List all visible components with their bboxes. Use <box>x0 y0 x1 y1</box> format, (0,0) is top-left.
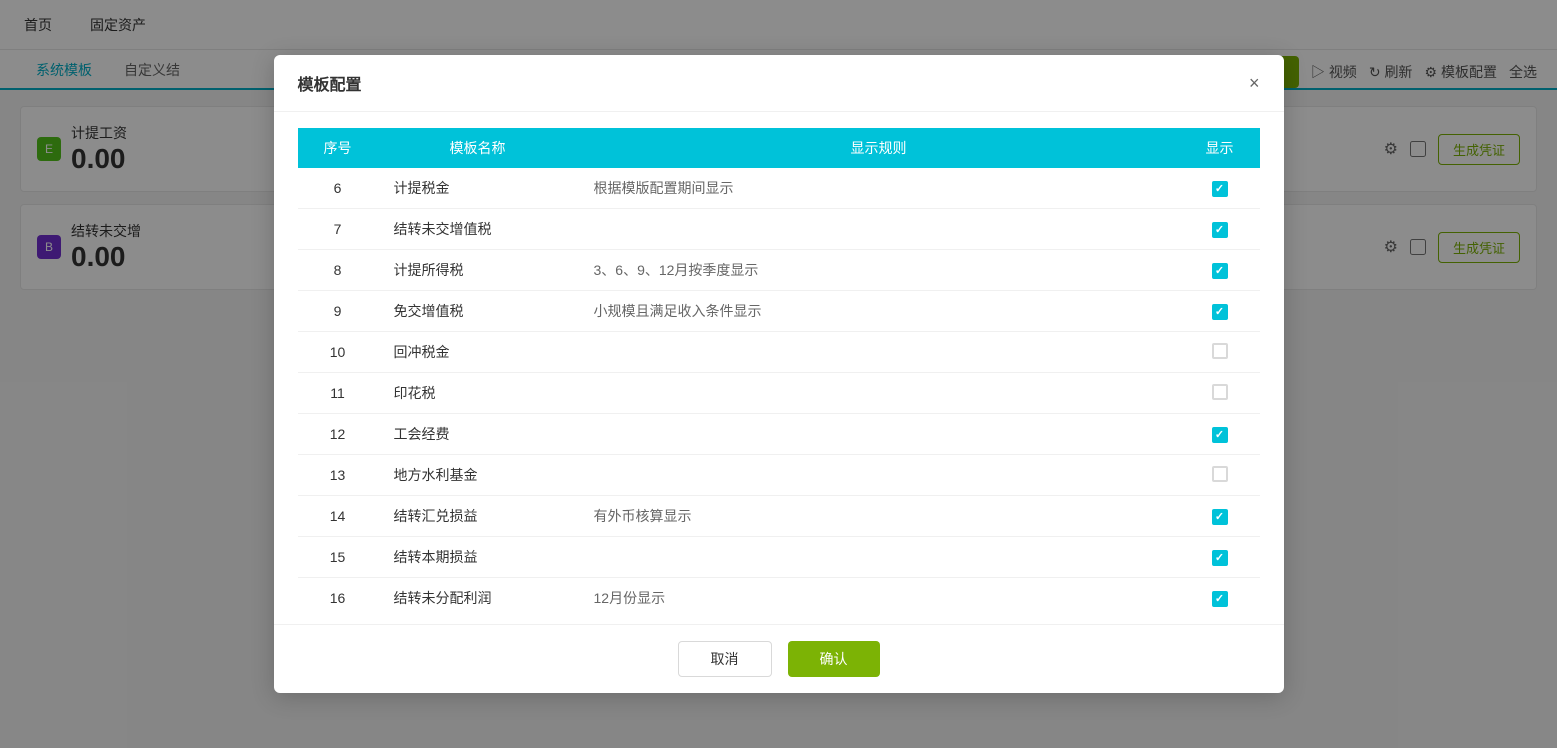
cell-name-4: 回冲税金 <box>378 332 578 373</box>
cell-name-7: 地方水利基金 <box>378 455 578 496</box>
table-row: 11印花税 <box>298 373 1260 414</box>
table-scroll-container[interactable]: 序号 模板名称 显示规则 显示 6计提税金根据模版配置期间显示7结转未交增值税8… <box>298 128 1260 608</box>
cell-rule-6 <box>578 414 1180 455</box>
cell-rule-4 <box>578 332 1180 373</box>
checkbox-5[interactable] <box>1212 384 1228 400</box>
cell-seq-5: 11 <box>298 373 378 414</box>
cell-rule-5 <box>578 373 1180 414</box>
cell-seq-9: 15 <box>298 537 378 578</box>
checkbox-1[interactable] <box>1212 222 1228 238</box>
cell-seq-7: 13 <box>298 455 378 496</box>
cell-check-6 <box>1180 414 1260 455</box>
cell-name-2: 计提所得税 <box>378 250 578 291</box>
table-row: 10回冲税金 <box>298 332 1260 373</box>
cell-seq-3: 9 <box>298 291 378 332</box>
cell-name-1: 结转未交增值税 <box>378 209 578 250</box>
checkbox-9[interactable] <box>1212 550 1228 566</box>
cell-seq-1: 7 <box>298 209 378 250</box>
table-row: 14结转汇兑损益有外币核算显示 <box>298 496 1260 537</box>
checkbox-0[interactable] <box>1212 181 1228 197</box>
table-row: 16结转未分配利润12月份显示 <box>298 578 1260 609</box>
cell-check-9 <box>1180 537 1260 578</box>
table-row: 12工会经费 <box>298 414 1260 455</box>
checkbox-6[interactable] <box>1212 427 1228 443</box>
cell-name-8: 结转汇兑损益 <box>378 496 578 537</box>
cell-name-10: 结转未分配利润 <box>378 578 578 609</box>
checkbox-7[interactable] <box>1212 466 1228 482</box>
table-row: 8计提所得税3、6、9、12月按季度显示 <box>298 250 1260 291</box>
cell-check-3 <box>1180 291 1260 332</box>
cell-rule-9 <box>578 537 1180 578</box>
cell-rule-1 <box>578 209 1180 250</box>
cell-check-1 <box>1180 209 1260 250</box>
table-row: 7结转未交增值税 <box>298 209 1260 250</box>
cell-check-4 <box>1180 332 1260 373</box>
col-header-rule: 显示规则 <box>578 128 1180 168</box>
table-row: 9免交增值税小规模且满足收入条件显示 <box>298 291 1260 332</box>
cell-seq-10: 16 <box>298 578 378 609</box>
config-table: 序号 模板名称 显示规则 显示 6计提税金根据模版配置期间显示7结转未交增值税8… <box>298 128 1260 608</box>
cell-check-2 <box>1180 250 1260 291</box>
cell-check-10 <box>1180 578 1260 609</box>
modal-footer: 取消 确认 <box>274 624 1284 693</box>
cell-rule-10: 12月份显示 <box>578 578 1180 609</box>
cell-name-3: 免交增值税 <box>378 291 578 332</box>
table-row: 13地方水利基金 <box>298 455 1260 496</box>
table-row: 15结转本期损益 <box>298 537 1260 578</box>
cell-seq-6: 12 <box>298 414 378 455</box>
cell-seq-8: 14 <box>298 496 378 537</box>
cell-check-8 <box>1180 496 1260 537</box>
cell-name-0: 计提税金 <box>378 168 578 209</box>
cell-seq-0: 6 <box>298 168 378 209</box>
cell-name-5: 印花税 <box>378 373 578 414</box>
cell-check-5 <box>1180 373 1260 414</box>
cell-seq-4: 10 <box>298 332 378 373</box>
cell-rule-8: 有外币核算显示 <box>578 496 1180 537</box>
col-header-show: 显示 <box>1180 128 1260 168</box>
modal-overlay: 模板配置 × 序号 模板名称 显示规则 显示 6计提税金根据模版配置期间显 <box>0 0 1557 748</box>
modal-title: 模板配置 <box>298 71 362 95</box>
modal-close-button[interactable]: × <box>1249 74 1260 92</box>
checkbox-3[interactable] <box>1212 304 1228 320</box>
cell-rule-2: 3、6、9、12月按季度显示 <box>578 250 1180 291</box>
col-header-seq: 序号 <box>298 128 378 168</box>
checkbox-10[interactable] <box>1212 591 1228 607</box>
cell-check-7 <box>1180 455 1260 496</box>
cell-rule-0: 根据模版配置期间显示 <box>578 168 1180 209</box>
template-config-modal: 模板配置 × 序号 模板名称 显示规则 显示 6计提税金根据模版配置期间显 <box>274 55 1284 693</box>
table-row: 6计提税金根据模版配置期间显示 <box>298 168 1260 209</box>
checkbox-2[interactable] <box>1212 263 1228 279</box>
checkbox-4[interactable] <box>1212 343 1228 359</box>
cell-rule-7 <box>578 455 1180 496</box>
col-header-name: 模板名称 <box>378 128 578 168</box>
modal-header: 模板配置 × <box>274 55 1284 112</box>
cell-rule-3: 小规模且满足收入条件显示 <box>578 291 1180 332</box>
confirm-button[interactable]: 确认 <box>788 641 880 677</box>
cancel-button[interactable]: 取消 <box>678 641 772 677</box>
cell-name-9: 结转本期损益 <box>378 537 578 578</box>
cell-name-6: 工会经费 <box>378 414 578 455</box>
cell-seq-2: 8 <box>298 250 378 291</box>
modal-body: 序号 模板名称 显示规则 显示 6计提税金根据模版配置期间显示7结转未交增值税8… <box>274 112 1284 624</box>
checkbox-8[interactable] <box>1212 509 1228 525</box>
cell-check-0 <box>1180 168 1260 209</box>
